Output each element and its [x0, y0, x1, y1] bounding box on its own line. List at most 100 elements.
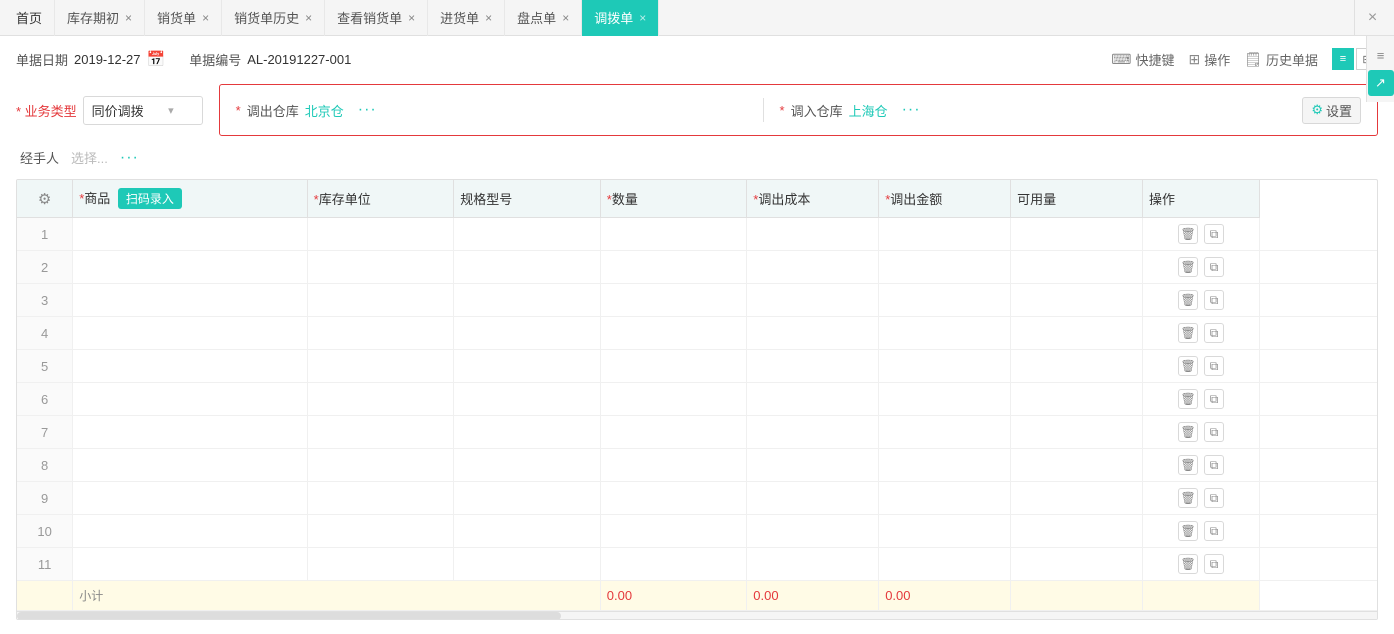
- product-cell[interactable]: [73, 383, 307, 416]
- right-sidebar: ≡ ↗: [1366, 36, 1394, 102]
- delete-row-button[interactable]: 🗑: [1178, 554, 1198, 574]
- spec-cell: [454, 350, 601, 383]
- settings-col-header: ⚙: [17, 180, 73, 218]
- warehouse-in-required: *: [780, 103, 785, 118]
- ops-cell: 🗑 ⧉: [1142, 449, 1259, 482]
- close-transfer[interactable]: ×: [639, 11, 646, 25]
- delete-row-button[interactable]: 🗑: [1178, 356, 1198, 376]
- copy-row-button[interactable]: ⧉: [1204, 455, 1224, 475]
- copy-row-button[interactable]: ⧉: [1204, 554, 1224, 574]
- tab-purchase-order[interactable]: 进货单 ×: [428, 0, 505, 36]
- cost-cell: [747, 548, 879, 581]
- amount-cell: [879, 251, 1011, 284]
- product-table-element: ⚙ *商品 扫码录入 *库存单位 规格型号 *数量 *调出成本 *调出金额 可用…: [17, 180, 1377, 611]
- product-cell[interactable]: [73, 548, 307, 581]
- unit-cell: [307, 383, 454, 416]
- copy-row-button[interactable]: ⧉: [1204, 422, 1224, 442]
- close-sales-order[interactable]: ×: [202, 11, 209, 25]
- table-row: 4 🗑 ⧉: [17, 317, 1377, 350]
- product-cell[interactable]: [73, 515, 307, 548]
- row-num: 2: [17, 251, 73, 284]
- table-settings-icon[interactable]: ⚙: [23, 190, 66, 208]
- tab-stocktake[interactable]: 盘点单 ×: [505, 0, 582, 36]
- product-cell[interactable]: [73, 284, 307, 317]
- history-button[interactable]: 🗒 历史单据: [1244, 50, 1318, 69]
- operations-button[interactable]: ⊞ 操作: [1188, 50, 1230, 69]
- tab-transfer[interactable]: 调拨单 ×: [582, 0, 659, 36]
- handler-select[interactable]: 选择...: [71, 148, 108, 167]
- number-field: 单据编号 AL-20191227-001: [189, 50, 351, 69]
- copy-row-button[interactable]: ⧉: [1204, 521, 1224, 541]
- copy-row-button[interactable]: ⧉: [1204, 488, 1224, 508]
- close-sales-history[interactable]: ×: [305, 11, 312, 25]
- date-field: 单据日期 2019-12-27 📅: [16, 50, 165, 69]
- tab-sales-history[interactable]: 销货单历史 ×: [222, 0, 325, 36]
- operations-label: 操作: [1204, 50, 1230, 69]
- row-num: 9: [17, 482, 73, 515]
- sidebar-export-icon[interactable]: ↗: [1368, 70, 1394, 96]
- cost-cell: [747, 350, 879, 383]
- spec-cell: [454, 416, 601, 449]
- qty-cell: [600, 416, 747, 449]
- delete-row-button[interactable]: 🗑: [1178, 455, 1198, 475]
- shortcut-button[interactable]: ⌨ 快捷键: [1111, 50, 1174, 69]
- close-purchase-order[interactable]: ×: [485, 11, 492, 25]
- unit-cell: [307, 284, 454, 317]
- product-cell[interactable]: [73, 251, 307, 284]
- date-label: 单据日期: [16, 50, 68, 69]
- available-col-header: 可用量: [1011, 180, 1143, 218]
- handler-more-button[interactable]: ···: [120, 149, 139, 167]
- unit-cell: [307, 251, 454, 284]
- subtotal-label-cell: [17, 581, 73, 611]
- unit-cell: [307, 515, 454, 548]
- close-stocktake[interactable]: ×: [562, 11, 569, 25]
- tab-view-sales[interactable]: 查看销货单 ×: [325, 0, 428, 36]
- ops-cell: 🗑 ⧉: [1142, 284, 1259, 317]
- amount-cell: [879, 515, 1011, 548]
- product-cell[interactable]: [73, 416, 307, 449]
- warehouse-out-more-button[interactable]: ···: [358, 101, 377, 119]
- close-inventory-init[interactable]: ×: [125, 11, 132, 25]
- table-scrollbar[interactable]: [17, 611, 1377, 619]
- ops-cell: 🗑 ⧉: [1142, 251, 1259, 284]
- delete-row-button[interactable]: 🗑: [1178, 224, 1198, 244]
- tab-inventory-init[interactable]: 库存期初 ×: [55, 0, 145, 36]
- delete-row-button[interactable]: 🗑: [1178, 290, 1198, 310]
- tab-sales-order[interactable]: 销货单 ×: [145, 0, 222, 36]
- tab-home[interactable]: 首页: [4, 0, 55, 36]
- table-row: 3 🗑 ⧉: [17, 284, 1377, 317]
- copy-row-button[interactable]: ⧉: [1204, 224, 1224, 244]
- copy-row-button[interactable]: ⧉: [1204, 290, 1224, 310]
- product-cell[interactable]: [73, 449, 307, 482]
- available-cell: [1011, 482, 1143, 515]
- scan-input-button[interactable]: 扫码录入: [118, 188, 182, 209]
- cost-cell: [747, 251, 879, 284]
- copy-row-button[interactable]: ⧉: [1204, 356, 1224, 376]
- subtotal-qty: 0.00: [600, 581, 747, 611]
- row-num: 11: [17, 548, 73, 581]
- warehouse-settings-button[interactable]: ⚙ 设置: [1302, 97, 1361, 124]
- layout-btn-1[interactable]: ≡: [1332, 48, 1354, 70]
- close-view-sales[interactable]: ×: [408, 11, 415, 25]
- copy-row-button[interactable]: ⧉: [1204, 257, 1224, 277]
- warehouse-in-more-button[interactable]: ···: [902, 101, 921, 119]
- business-type-select[interactable]: 同价调拨 ▾: [83, 96, 203, 125]
- copy-row-button[interactable]: ⧉: [1204, 323, 1224, 343]
- product-cell[interactable]: [73, 317, 307, 350]
- copy-row-button[interactable]: ⧉: [1204, 389, 1224, 409]
- calendar-icon[interactable]: 📅: [147, 50, 166, 68]
- delete-row-button[interactable]: 🗑: [1178, 521, 1198, 541]
- amount-cell: [879, 284, 1011, 317]
- sidebar-list-icon[interactable]: ≡: [1368, 42, 1394, 68]
- unit-cell: [307, 218, 454, 251]
- product-cell[interactable]: [73, 482, 307, 515]
- delete-row-button[interactable]: 🗑: [1178, 422, 1198, 442]
- product-cell[interactable]: [73, 218, 307, 251]
- delete-row-button[interactable]: 🗑: [1178, 257, 1198, 277]
- product-cell[interactable]: [73, 350, 307, 383]
- warehouse-in-value: 上海仓: [849, 101, 888, 120]
- delete-row-button[interactable]: 🗑: [1178, 323, 1198, 343]
- delete-row-button[interactable]: 🗑: [1178, 488, 1198, 508]
- delete-row-button[interactable]: 🗑: [1178, 389, 1198, 409]
- window-close-button[interactable]: ×: [1354, 0, 1390, 36]
